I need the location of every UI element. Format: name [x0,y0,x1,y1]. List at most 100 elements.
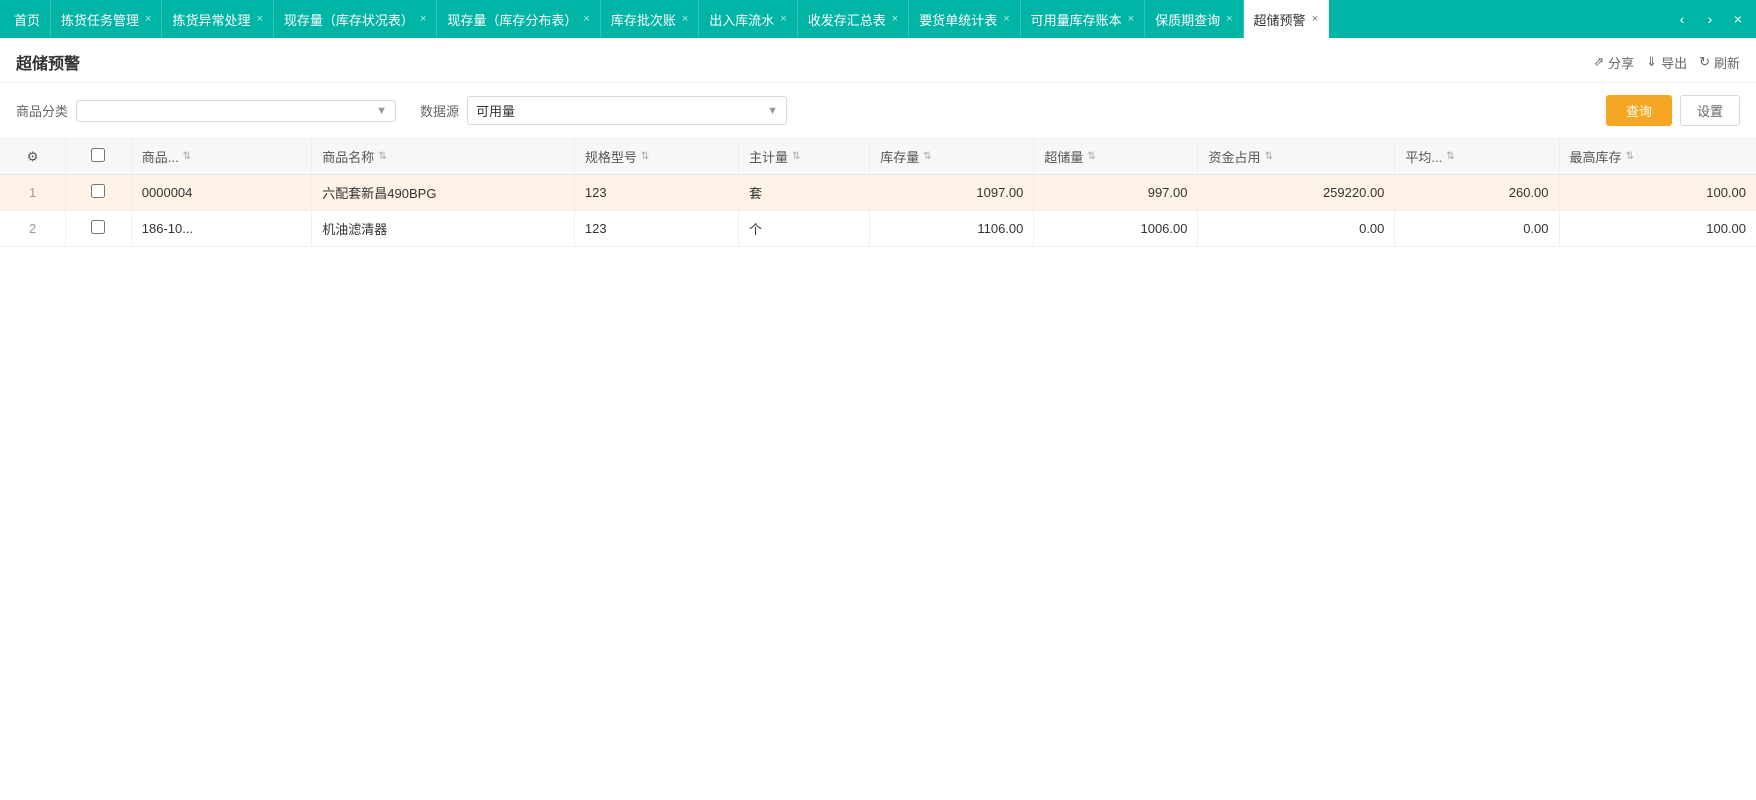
nav-stock-dist-label: 现存量（库存分布表） [447,10,577,29]
table-header-row: ⚙ 商品... ⇅ 商品名称 ⇅ [0,139,1756,175]
th-over-label: 超储量 [1044,147,1083,166]
nav-task-mgmt[interactable]: 拣货任务管理 × [51,0,162,38]
nav-summary[interactable]: 收发存汇总表 × [798,0,909,38]
refresh-button[interactable]: ↻ 刷新 [1699,53,1740,72]
datasource-filter-group: 数据源 可用量 ▼ [420,96,787,125]
row-2-over: 1006.00 [1034,211,1198,247]
th-goods-code-sort-icon: ⇅ [183,151,191,162]
datasource-select-value: 可用量 [476,101,515,120]
row-2-capital: 0.00 [1198,211,1395,247]
category-select[interactable]: ▼ [76,100,396,122]
nav-task-mgmt-label: 拣货任务管理 [61,10,139,29]
nav-available[interactable]: 可用量库存账本 × [1021,0,1145,38]
export-button[interactable]: ⇓ 导出 [1646,53,1687,72]
page-title: 超储预警 [16,50,80,74]
nav-order-stats-close[interactable]: × [1003,13,1009,25]
th-goods-name[interactable]: 商品名称 ⇅ [312,139,575,175]
export-icon: ⇓ [1646,54,1657,70]
nav-flow-label: 出入库流水 [709,10,774,29]
nav-order-stats[interactable]: 要货单统计表 × [909,0,1020,38]
nav-available-close[interactable]: × [1128,13,1134,25]
datasource-label: 数据源 [420,101,459,120]
select-all-checkbox[interactable] [91,148,105,162]
th-over[interactable]: 超储量 ⇅ [1034,139,1198,175]
row-1-checkbox[interactable] [91,184,105,198]
nav-stock-status[interactable]: 现存量（库存状况表） × [274,0,437,38]
th-spec-label: 规格型号 [585,147,637,166]
th-max-stock[interactable]: 最高库存 ⇅ [1559,139,1756,175]
category-label: 商品分类 [16,101,68,120]
nav-flow-close[interactable]: × [780,13,786,25]
nav-abnormal[interactable]: 拣货异常处理 × [162,0,273,38]
export-label: 导出 [1661,53,1687,72]
datasource-select[interactable]: 可用量 ▼ [467,96,787,125]
nav-quality-label: 保质期查询 [1155,10,1220,29]
th-settings[interactable]: ⚙ [0,139,66,175]
row-1-unit: 套 [738,175,869,211]
nav-close-arrow[interactable]: × [1724,0,1752,38]
row-1-spec: 123 [574,175,738,211]
row-1-seq: 1 [0,175,66,211]
nav-next-arrow[interactable]: › [1696,0,1724,38]
nav-stock-dist-close[interactable]: × [583,13,589,25]
th-spec-sort-icon: ⇅ [641,151,649,162]
settings-gear-icon: ⚙ [27,149,39,164]
row-1-check[interactable] [66,175,132,211]
th-spec[interactable]: 规格型号 ⇅ [574,139,738,175]
nav-available-label: 可用量库存账本 [1031,10,1122,29]
category-filter-group: 商品分类 ▼ [16,100,396,122]
th-avg-sort-icon: ⇅ [1446,151,1454,162]
th-checkbox[interactable] [66,139,132,175]
th-unit[interactable]: 主计量 ⇅ [738,139,869,175]
nav-summary-close[interactable]: × [892,13,898,25]
th-avg[interactable]: 平均... ⇅ [1395,139,1559,175]
th-goods-name-label: 商品名称 [322,147,374,166]
nav-bar: 首页 拣货任务管理 × 拣货异常处理 × 现存量（库存状况表） × 现存量（库存… [0,0,1756,38]
share-button[interactable]: ⇗ 分享 [1593,53,1634,72]
nav-flow[interactable]: 出入库流水 × [699,0,797,38]
nav-quality-close[interactable]: × [1226,13,1232,25]
nav-order-stats-label: 要货单统计表 [919,10,997,29]
th-max-stock-label: 最高库存 [1570,147,1622,166]
table-row: 2 186-10... 机油滤清器 123 个 1106.00 1006.00 … [0,211,1756,247]
category-dropdown-icon: ▼ [376,105,387,117]
th-over-sort-icon: ⇅ [1087,151,1095,162]
refresh-icon: ↻ [1699,54,1710,70]
th-capital[interactable]: 资金占用 ⇅ [1198,139,1395,175]
query-button[interactable]: 查询 [1606,95,1672,126]
th-stock[interactable]: 库存量 ⇅ [870,139,1034,175]
row-2-check[interactable] [66,211,132,247]
nav-prev-arrow[interactable]: ‹ [1668,0,1696,38]
settings-button[interactable]: 设置 [1680,95,1740,126]
row-2-goods-name: 机油滤清器 [312,211,575,247]
page-content: 超储预警 ⇗ 分享 ⇓ 导出 ↻ 刷新 商品分类 ▼ 数据源 [0,38,1756,800]
th-goods-name-sort-icon: ⇅ [378,151,386,162]
row-2-checkbox[interactable] [91,220,105,234]
row-1-stock: 1097.00 [870,175,1034,211]
nav-batch-close[interactable]: × [682,13,688,25]
nav-overstock-label: 超储预警 [1254,10,1306,29]
filter-actions: 查询 设置 [1606,95,1740,126]
data-table: ⚙ 商品... ⇅ 商品名称 ⇅ [0,139,1756,247]
row-1-over: 997.00 [1034,175,1198,211]
nav-stock-status-close[interactable]: × [420,13,426,25]
nav-home[interactable]: 首页 [4,0,51,38]
refresh-label: 刷新 [1714,53,1740,72]
nav-stock-dist[interactable]: 现存量（库存分布表） × [437,0,600,38]
nav-home-label: 首页 [14,10,40,29]
th-capital-label: 资金占用 [1208,147,1260,166]
nav-task-mgmt-close[interactable]: × [145,13,151,25]
th-unit-sort-icon: ⇅ [792,151,800,162]
nav-overstock-close[interactable]: × [1312,13,1318,25]
nav-overstock[interactable]: 超储预警 × [1244,0,1329,38]
th-goods-code[interactable]: 商品... ⇅ [131,139,312,175]
th-stock-label: 库存量 [880,147,919,166]
nav-quality[interactable]: 保质期查询 × [1145,0,1243,38]
row-2-avg: 0.00 [1395,211,1559,247]
nav-abnormal-close[interactable]: × [256,13,262,25]
row-2-unit: 个 [738,211,869,247]
row-1-goods-code: 0000004 [131,175,312,211]
datasource-dropdown-icon: ▼ [767,105,778,117]
nav-batch[interactable]: 库存批次账 × [601,0,699,38]
row-1-max-stock: 100.00 [1559,175,1756,211]
